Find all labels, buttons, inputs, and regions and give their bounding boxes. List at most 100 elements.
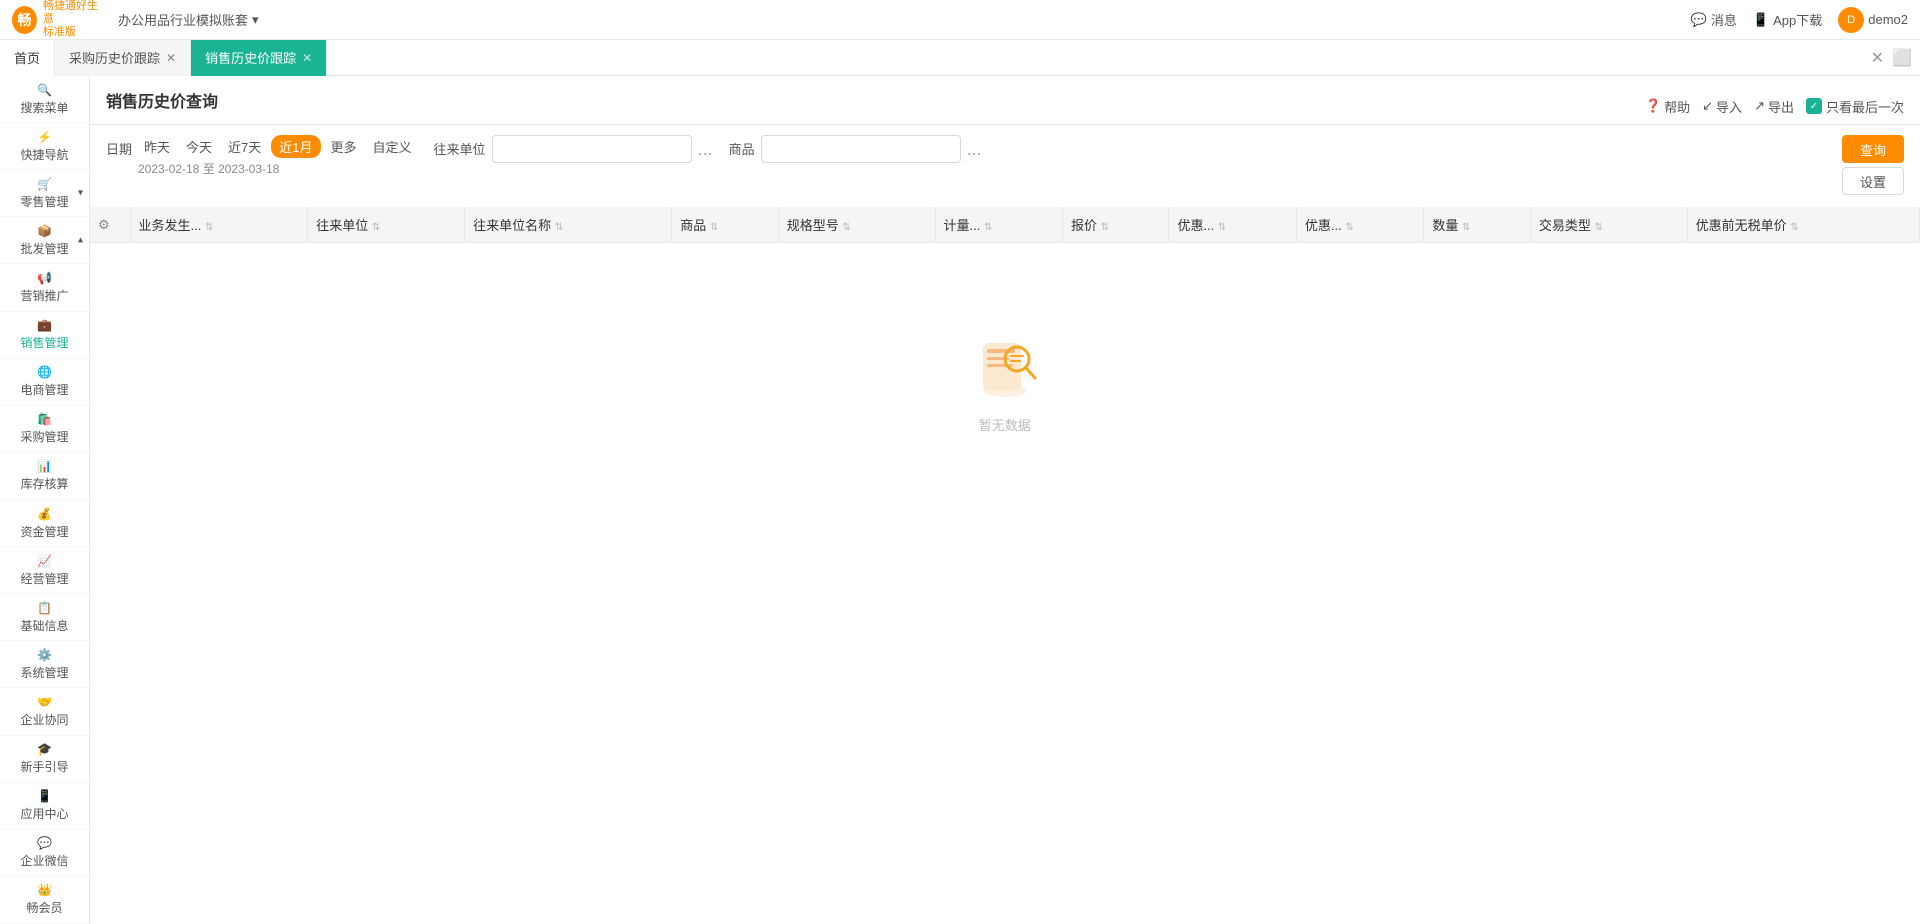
tab-sales-history[interactable]: 销售历史价跟踪 ✕ [191,40,327,76]
sales-mgmt-icon: 💼 [37,318,52,332]
th-discount1[interactable]: 优惠... ⇅ [1169,207,1296,243]
finance-icon: 💰 [37,507,52,521]
sidebar-item-operations[interactable]: 📈 经营管理 [0,547,89,594]
app-center-icon: 📱 [37,789,52,803]
enterprise-wechat-icon: 💬 [37,836,52,850]
filter-buttons: 查询 设置 [1842,135,1904,195]
date-opt-more[interactable]: 更多 [325,135,363,158]
empty-svg [965,323,1045,403]
tab-sales-history-close[interactable]: ✕ [302,51,312,65]
product-input[interactable] [761,135,961,163]
sort-biz-date-icon: ⇅ [205,222,213,233]
date-opt-custom[interactable]: 自定义 [367,135,418,158]
retail-mgmt-expand-icon: ▾ [78,188,83,199]
th-quote[interactable]: 报价 ⇅ [1062,207,1168,243]
query-button[interactable]: 查询 [1842,135,1904,163]
system-mgmt-icon: ⚙️ [37,648,52,662]
date-opt-today[interactable]: 今天 [180,135,218,158]
th-partner-name[interactable]: 往来单位名称 ⇅ [465,207,672,243]
search-menu-icon: 🔍 [37,83,52,97]
date-options-container: 昨天 今天 近7天 近1月 更多 自定义 2023-02-18 至 2023-0… [138,135,418,177]
product-input-group: ... [761,135,982,163]
partner-input-group: ... [492,135,713,163]
sidebar-item-retail-mgmt[interactable]: 🛒 零售管理 ▾ [0,170,89,217]
table-settings-icon[interactable]: ⚙ [98,217,110,232]
date-opt-7days[interactable]: 近7天 [222,135,267,158]
close-all-tabs-button[interactable]: ✕ [1871,48,1884,68]
settings-button[interactable]: 设置 [1842,167,1904,195]
enterprise-collab-icon: 🤝 [37,695,52,709]
logo-area: 畅 畅捷通好生意 标准版 [12,0,102,39]
sidebar-item-quick-nav[interactable]: ⚡ 快捷导航 [0,123,89,170]
export-icon: ↗ [1754,98,1765,114]
sidebar-item-app-center[interactable]: 📱 应用中心 [0,783,89,830]
import-button[interactable]: ↙ 导入 [1702,97,1742,116]
sort-unit-icon: ⇅ [984,222,992,233]
date-opt-1month[interactable]: 近1月 [271,135,320,158]
sidebar-item-enterprise-collab[interactable]: 🤝 企业协同 [0,688,89,735]
maximize-button[interactable]: ⬜ [1892,48,1912,68]
th-biz-date[interactable]: 业务发生... ⇅ [130,207,308,243]
top-bar: 畅 畅捷通好生意 标准版 办公用品行业模拟账套 ▾ 💬 消息 📱 App下载 D… [0,0,1920,40]
sidebar-item-ecommerce-mgmt[interactable]: 🌐 电商管理 [0,359,89,406]
th-pretax-price[interactable]: 优惠前无税单价 ⇅ [1687,207,1919,243]
sidebar-item-search-menu[interactable]: 🔍 搜索菜单 [0,76,89,123]
sidebar-item-member[interactable]: 👑 畅会员 [0,877,89,924]
sort-product-icon: ⇅ [710,222,718,233]
product-dots-button[interactable]: ... [967,139,982,160]
sort-partner-name-icon: ⇅ [555,222,563,233]
sidebar-item-basic-info[interactable]: 📋 基础信息 [0,594,89,641]
app-selector[interactable]: 办公用品行业模拟账套 ▾ [110,6,267,33]
operations-icon: 📈 [37,554,52,568]
tab-purchase-history[interactable]: 采购历史价跟踪 ✕ [55,40,191,76]
partner-filter-group: 往来单位 ... [434,135,713,163]
logo-icon: 畅 [12,6,37,34]
th-product[interactable]: 商品 ⇅ [672,207,778,243]
th-unit[interactable]: 计量... ⇅ [935,207,1062,243]
sort-discount2-icon: ⇅ [1345,222,1353,233]
sort-spec-icon: ⇅ [842,222,850,233]
sidebar-item-marketing[interactable]: 📢 营销推广 [0,264,89,311]
tab-home[interactable]: 首页 [0,40,55,76]
sidebar-item-purchase-mgmt[interactable]: 🛍️ 采购管理 [0,406,89,453]
sidebar-item-enterprise-wechat[interactable]: 💬 企业微信 [0,830,89,877]
th-spec[interactable]: 规格型号 ⇅ [778,207,935,243]
date-range-text: 2023-02-18 至 2023-03-18 [138,160,418,177]
table-header-row: ⚙ 业务发生... ⇅ 往来单位 ⇅ 往来单位名称 ⇅ [90,207,1920,243]
download-icon: 📱 [1753,12,1769,28]
sidebar-item-finance[interactable]: 💰 资金管理 [0,500,89,547]
th-quantity[interactable]: 数量 ⇅ [1424,207,1530,243]
filter-bar: 日期 昨天 今天 近7天 近1月 更多 自定义 2023-02-18 至 202… [90,125,1920,207]
tab-bar: 首页 采购历史价跟踪 ✕ 销售历史价跟踪 ✕ ✕ ⬜ [0,40,1920,76]
partner-dots-button[interactable]: ... [698,139,713,160]
message-icon: 💬 [1691,12,1707,28]
wholesale-mgmt-expand-icon: ▴ [78,235,83,246]
help-button[interactable]: ❓ 帮助 [1645,97,1690,116]
date-opt-yesterday[interactable]: 昨天 [138,135,176,158]
th-settings[interactable]: ⚙ [90,207,130,243]
sidebar-item-beginner-guide[interactable]: 🎓 新手引导 [0,736,89,783]
only-last-checkbox[interactable]: ✓ [1806,98,1822,114]
sidebar-item-system-mgmt[interactable]: ⚙️ 系统管理 [0,641,89,688]
sidebar-item-wholesale-mgmt[interactable]: 📦 批发管理 ▴ [0,217,89,264]
message-button[interactable]: 💬 消息 [1691,10,1737,29]
sidebar-item-inventory[interactable]: 📊 库存核算 [0,453,89,500]
top-bar-left: 畅 畅捷通好生意 标准版 办公用品行业模拟账套 ▾ [12,0,267,39]
retail-mgmt-icon: 🛒 [37,177,52,191]
th-trade-type[interactable]: 交易类型 ⇅ [1530,207,1687,243]
export-button[interactable]: ↗ 导出 [1754,97,1794,116]
ecommerce-mgmt-icon: 🌐 [37,365,52,379]
user-area[interactable]: D demo2 [1838,7,1908,33]
tab-purchase-history-close[interactable]: ✕ [166,51,176,65]
avatar: D [1838,7,1864,33]
data-table: ⚙ 业务发生... ⇅ 往来单位 ⇅ 往来单位名称 ⇅ [90,207,1920,514]
empty-state: 暂无数据 [90,243,1920,514]
th-discount2[interactable]: 优惠... ⇅ [1296,207,1423,243]
sidebar-item-sales-mgmt[interactable]: 💼 销售管理 [0,312,89,359]
app-download-button[interactable]: 📱 App下载 [1753,10,1822,29]
date-filter-group: 日期 昨天 今天 近7天 近1月 更多 自定义 2023-02-18 至 202… [106,135,418,177]
date-label: 日期 [106,135,132,158]
basic-info-icon: 📋 [37,601,52,615]
th-partner-code[interactable]: 往来单位 ⇅ [308,207,465,243]
partner-input[interactable] [492,135,692,163]
